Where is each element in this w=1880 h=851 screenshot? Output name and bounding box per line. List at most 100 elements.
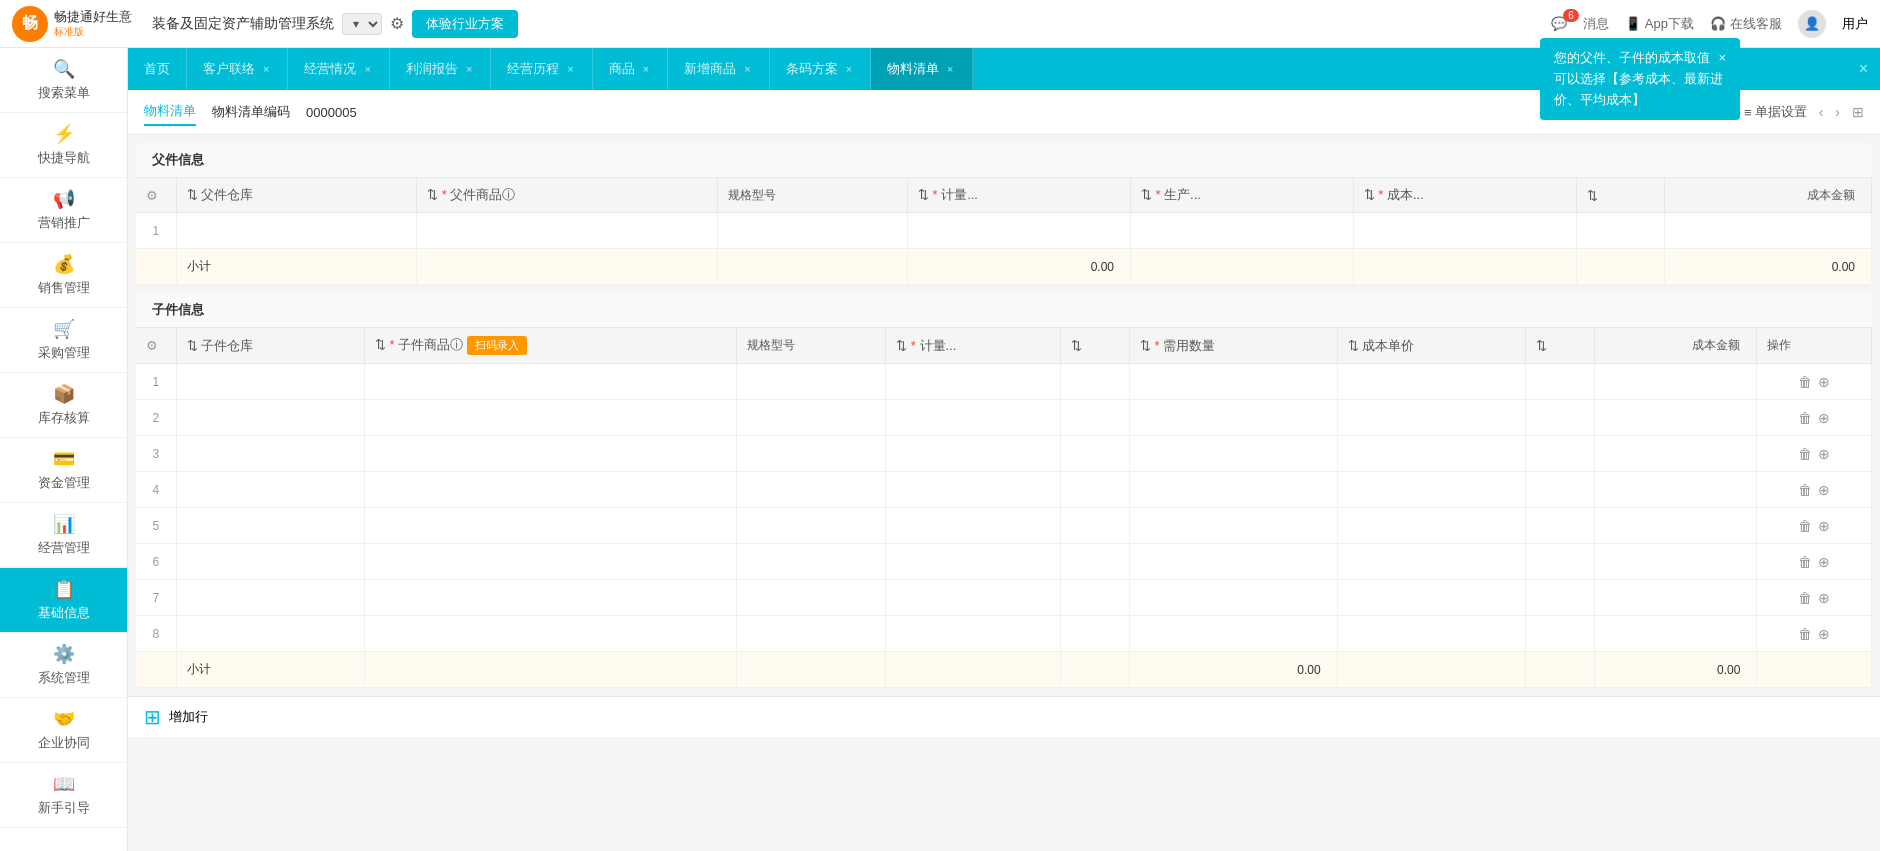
cell-cost[interactable] xyxy=(1353,213,1576,249)
next-page-button[interactable]: › xyxy=(1835,104,1840,120)
delete-row-button[interactable]: 🗑 xyxy=(1798,518,1812,534)
cell-child-qty[interactable] xyxy=(1130,364,1337,400)
cell-child-goods[interactable] xyxy=(365,364,737,400)
cell-prod[interactable] xyxy=(1131,213,1354,249)
cell-child-unit-cost[interactable] xyxy=(1337,544,1526,580)
tab-profit[interactable]: 利润报告 × xyxy=(390,48,491,90)
tab-operations[interactable]: 经营情况 × xyxy=(288,48,389,90)
column-settings-icon[interactable]: ⚙ xyxy=(146,338,158,353)
cell-child-warehouse[interactable] xyxy=(176,436,365,472)
cell-child-extra2[interactable] xyxy=(1526,400,1595,436)
delete-row-button[interactable]: 🗑 xyxy=(1798,590,1812,606)
cell-child-unit-cost[interactable] xyxy=(1337,436,1526,472)
scan-input-button[interactable]: 扫码录入 xyxy=(467,336,527,355)
cell-child-warehouse[interactable] xyxy=(176,616,365,652)
tab-barcode[interactable]: 条码方案 × xyxy=(770,48,871,90)
cell-child-unit[interactable] xyxy=(886,580,1061,616)
sidebar-item-guide[interactable]: 📖 新手引导 xyxy=(0,763,127,828)
cell-child-goods[interactable] xyxy=(365,580,737,616)
cell-child-extra2[interactable] xyxy=(1526,436,1595,472)
cell-extra[interactable] xyxy=(1576,213,1664,249)
delete-row-button[interactable]: 🗑 xyxy=(1798,374,1812,390)
cell-child-warehouse[interactable] xyxy=(176,580,365,616)
cell-child-qty[interactable] xyxy=(1130,436,1337,472)
cell-child-goods[interactable] xyxy=(365,544,737,580)
cell-child-qty[interactable] xyxy=(1130,616,1337,652)
tab-close-goods[interactable]: × xyxy=(641,63,651,75)
cell-child-extra[interactable] xyxy=(1061,580,1130,616)
column-settings-icon[interactable]: ⚙ xyxy=(146,188,158,203)
cell-child-extra2[interactable] xyxy=(1526,580,1595,616)
cell-child-extra2[interactable] xyxy=(1526,364,1595,400)
delete-row-button[interactable]: 🗑 xyxy=(1798,446,1812,462)
cell-child-spec[interactable] xyxy=(737,616,886,652)
tab-new-goods[interactable]: 新增商品 × xyxy=(668,48,769,90)
cell-child-unit-cost[interactable] xyxy=(1337,364,1526,400)
delete-row-button[interactable]: 🗑 xyxy=(1798,554,1812,570)
sidebar-item-inventory[interactable]: 📦 库存核算 xyxy=(0,373,127,438)
cell-child-qty[interactable] xyxy=(1130,400,1337,436)
delete-row-button[interactable]: 🗑 xyxy=(1798,410,1812,426)
cell-child-spec[interactable] xyxy=(737,508,886,544)
cell-child-spec[interactable] xyxy=(737,436,886,472)
tab-close-profit[interactable]: × xyxy=(464,63,474,75)
cell-child-unit-cost[interactable] xyxy=(1337,616,1526,652)
cell-child-unit[interactable] xyxy=(886,364,1061,400)
cell-goods[interactable] xyxy=(417,213,718,249)
cell-child-spec[interactable] xyxy=(737,544,886,580)
cell-child-extra2[interactable] xyxy=(1526,544,1595,580)
sidebar-item-marketing[interactable]: 📢 营销推广 xyxy=(0,178,127,243)
cell-child-extra[interactable] xyxy=(1061,400,1130,436)
cell-child-qty[interactable] xyxy=(1130,544,1337,580)
cell-child-goods[interactable] xyxy=(365,400,737,436)
cell-child-extra[interactable] xyxy=(1061,364,1130,400)
tab-history[interactable]: 经营历程 × xyxy=(491,48,592,90)
cell-warehouse[interactable] xyxy=(176,213,417,249)
tab-close-barcode[interactable]: × xyxy=(844,63,854,75)
cell-child-goods[interactable] xyxy=(365,472,737,508)
cell-child-unit[interactable] xyxy=(886,616,1061,652)
sidebar-item-sales[interactable]: 💰 销售管理 xyxy=(0,243,127,308)
single-settings-btn[interactable]: ≡ 单据设置 xyxy=(1744,103,1807,121)
copy-row-button[interactable]: ⊕ xyxy=(1818,410,1830,426)
cell-spec[interactable] xyxy=(717,213,907,249)
cell-child-unit-cost[interactable] xyxy=(1337,400,1526,436)
avatar[interactable]: 👤 xyxy=(1798,10,1826,38)
cell-child-qty[interactable] xyxy=(1130,472,1337,508)
cell-child-extra[interactable] xyxy=(1061,508,1130,544)
cell-child-warehouse[interactable] xyxy=(176,400,365,436)
sidebar-item-search[interactable]: 🔍 搜索菜单 xyxy=(0,48,127,113)
cell-child-warehouse[interactable] xyxy=(176,544,365,580)
cell-child-goods[interactable] xyxy=(365,436,737,472)
copy-row-button[interactable]: ⊕ xyxy=(1818,446,1830,462)
sidebar-item-purchase[interactable]: 🛒 采购管理 xyxy=(0,308,127,373)
cell-child-unit[interactable] xyxy=(886,472,1061,508)
copy-row-button[interactable]: ⊕ xyxy=(1818,590,1830,606)
sidebar-item-system[interactable]: ⚙️ 系统管理 xyxy=(0,633,127,698)
copy-row-button[interactable]: ⊕ xyxy=(1818,374,1830,390)
tab-material[interactable]: 物料清单 × xyxy=(871,48,972,90)
cell-child-warehouse[interactable] xyxy=(176,472,365,508)
online-service-button[interactable]: 🎧 在线客服 xyxy=(1710,15,1782,33)
cell-child-unit-cost[interactable] xyxy=(1337,508,1526,544)
sidebar-item-enterprise[interactable]: 🤝 企业协同 xyxy=(0,698,127,763)
cell-child-warehouse[interactable] xyxy=(176,508,365,544)
cell-child-qty[interactable] xyxy=(1130,508,1337,544)
cell-child-unit-cost[interactable] xyxy=(1337,580,1526,616)
tab-goods[interactable]: 商品 × xyxy=(593,48,668,90)
tab-close-customer[interactable]: × xyxy=(261,63,271,75)
sidebar-item-finance[interactable]: 💳 资金管理 xyxy=(0,438,127,503)
cell-child-spec[interactable] xyxy=(737,472,886,508)
settings-icon[interactable]: ⚙ xyxy=(390,14,404,33)
trial-button[interactable]: 体验行业方案 xyxy=(412,10,518,38)
cell-child-spec[interactable] xyxy=(737,580,886,616)
tab-home[interactable]: 首页 xyxy=(128,48,187,90)
cell-child-extra[interactable] xyxy=(1061,472,1130,508)
cell-child-extra2[interactable] xyxy=(1526,508,1595,544)
tab-close-history[interactable]: × xyxy=(565,63,575,75)
copy-row-button[interactable]: ⊕ xyxy=(1818,518,1830,534)
delete-row-button[interactable]: 🗑 xyxy=(1798,482,1812,498)
cell-child-unit-cost[interactable] xyxy=(1337,472,1526,508)
app-download-button[interactable]: 📱 App下载 xyxy=(1625,15,1694,33)
expand-button[interactable]: ⊞ xyxy=(1852,104,1864,120)
